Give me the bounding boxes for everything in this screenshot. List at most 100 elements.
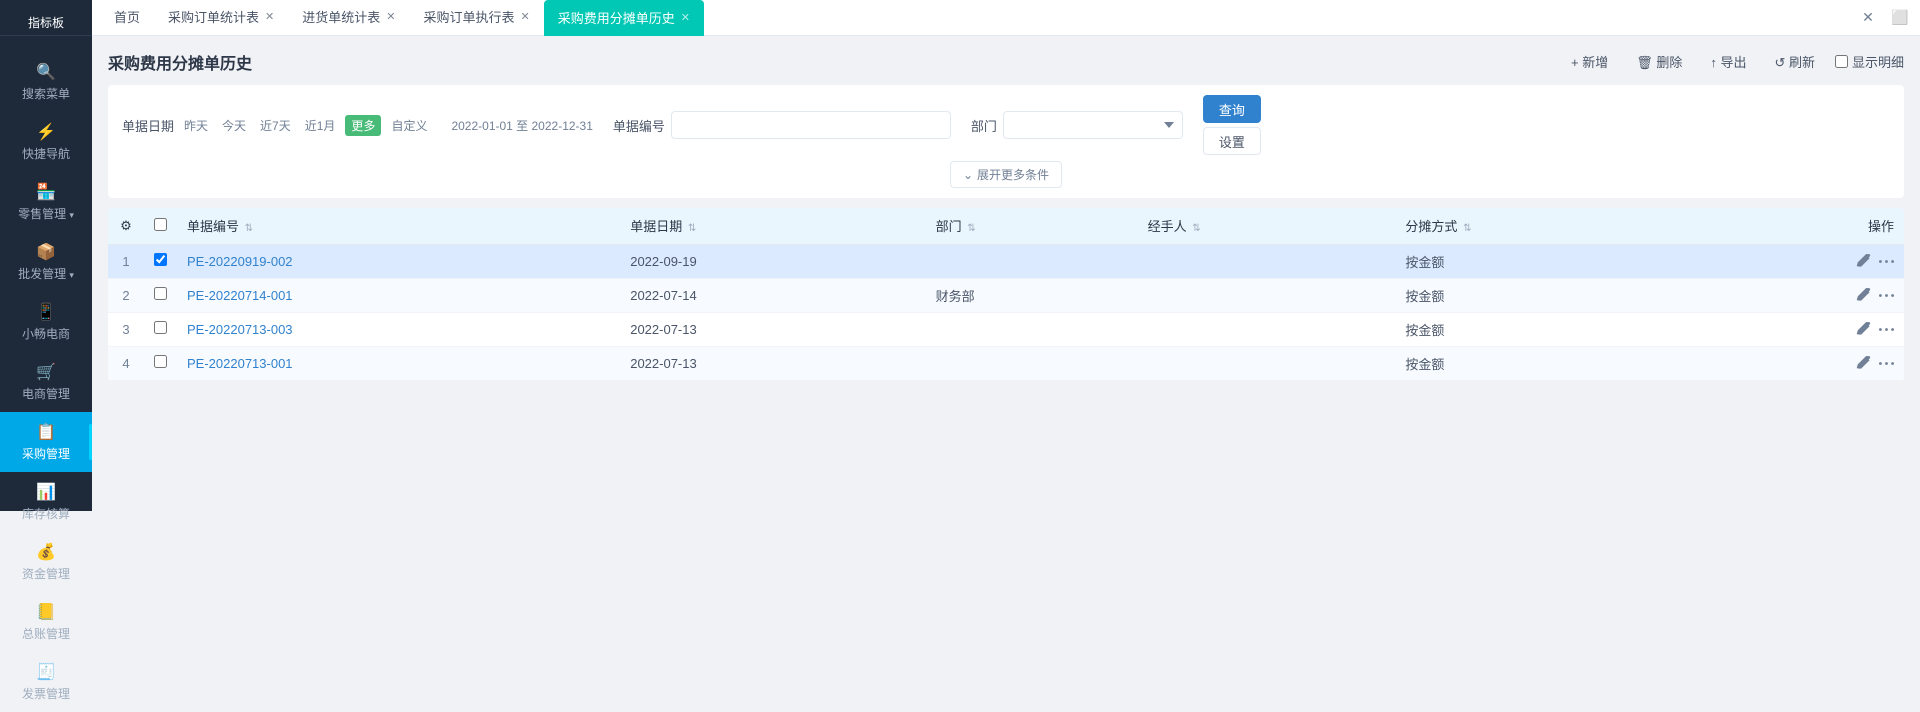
- sidebar-item-ecom[interactable]: 🛒 电商管理: [0, 352, 92, 412]
- page-title: 采购费用分摊单历史: [108, 50, 252, 74]
- filter-area: 单据日期 昨天 今天 近7天 近1月 更多 自定义 2022-01-01 至 2…: [108, 85, 1904, 198]
- row-actions-3: [1699, 346, 1904, 380]
- table-row: 2 PE-20220714-001 2022-07-14 财务部 按金额: [108, 278, 1904, 312]
- sidebar-item-finance[interactable]: 💰 资金管理: [0, 532, 92, 592]
- row-docnum-0: PE-20220919-002: [177, 244, 620, 278]
- docnum-label: 单据编号: [613, 116, 665, 135]
- row-checkbox-3[interactable]: [144, 346, 177, 380]
- row-docnum-2: PE-20220713-003: [177, 312, 620, 346]
- row-more-2[interactable]: [1879, 322, 1894, 337]
- row-dept-1: 财务部: [926, 278, 1138, 312]
- doc-link-2[interactable]: PE-20220713-003: [187, 322, 293, 337]
- date-opt-custom[interactable]: 自定义: [387, 115, 431, 136]
- row-checkbox-1[interactable]: [144, 278, 177, 312]
- sidebar-item-search[interactable]: 🔍 搜索菜单: [0, 52, 92, 112]
- tab-label-home: 首页: [114, 7, 140, 26]
- sidebar-icon-ecom: 🛒: [36, 362, 56, 382]
- date-opt-7days[interactable]: 近7天: [256, 115, 295, 136]
- docnum-input[interactable]: [671, 111, 951, 139]
- row-actions-1: [1699, 278, 1904, 312]
- tab-close-purchase-order-stats[interactable]: ✕: [265, 10, 274, 23]
- date-label: 单据日期: [122, 116, 174, 135]
- sidebar-label-finance: 资金管理: [22, 565, 70, 582]
- sidebar-item-ledger[interactable]: 📒 总账管理: [0, 592, 92, 652]
- sidebar-icon-wholesale: 📦: [36, 242, 56, 262]
- row-docnum-3: PE-20220713-001: [177, 346, 620, 380]
- row-docnum-1: PE-20220714-001: [177, 278, 620, 312]
- doc-link-3[interactable]: PE-20220713-001: [187, 356, 293, 371]
- row-checkbox-2[interactable]: [144, 312, 177, 346]
- sort-handler-icon[interactable]: ⇅: [1192, 223, 1200, 234]
- table-row: 4 PE-20220713-001 2022-07-13 按金额: [108, 346, 1904, 380]
- select-all-checkbox[interactable]: [154, 218, 167, 231]
- restore-window-button[interactable]: ⬜: [1888, 6, 1912, 30]
- sidebar-item-retail[interactable]: 🏪 零售管理 ▾: [0, 172, 92, 232]
- row-edit-1[interactable]: [1856, 288, 1871, 303]
- doc-link-1[interactable]: PE-20220714-001: [187, 288, 293, 303]
- header-actions: + 新增 🗑 删除 ↑ 导出 ↺ 刷新 显示明细: [1563, 48, 1904, 75]
- row-dept-2: [926, 312, 1138, 346]
- tab-close-purchase-arrival-stats[interactable]: ✕: [386, 10, 395, 23]
- table-header: ⚙ 单据编号 ⇅ 单据日期 ⇅ 部门: [108, 208, 1904, 244]
- add-button[interactable]: + 新增: [1563, 48, 1616, 75]
- sidebar-item-quicknav[interactable]: ⚡ 快捷导航: [0, 112, 92, 172]
- sidebar-item-mini[interactable]: 📱 小畅电商: [0, 292, 92, 352]
- sidebar-item-wholesale[interactable]: 📦 批发管理 ▾: [0, 232, 92, 292]
- row-more-1[interactable]: [1879, 288, 1894, 303]
- show-detail-input[interactable]: [1835, 55, 1848, 68]
- date-opt-today[interactable]: 今天: [218, 115, 250, 136]
- tab-purchase-arrival-stats[interactable]: 进货单统计表✕: [288, 0, 409, 36]
- refresh-button[interactable]: ↺ 刷新: [1766, 48, 1823, 75]
- sidebar-label-inventory: 库存核算: [22, 505, 70, 522]
- show-detail-checkbox[interactable]: 显示明细: [1835, 52, 1904, 71]
- sidebar-label-quicknav: 快捷导航: [22, 145, 70, 162]
- tab-purchase-fee-history[interactable]: 采购费用分摊单历史✕: [544, 0, 704, 36]
- query-button[interactable]: 查询: [1203, 95, 1261, 123]
- filter-dept: 部门: [971, 111, 1183, 139]
- row-checkbox-0[interactable]: [144, 244, 177, 278]
- row-more-0[interactable]: [1879, 254, 1894, 269]
- sidebar-label-ledger: 总账管理: [22, 625, 70, 642]
- row-edit-2[interactable]: [1856, 322, 1871, 337]
- sidebar: 指标板 🔍 搜索菜单⚡ 快捷导航🏪 零售管理 ▾📦 批发管理 ▾📱 小畅电商🛒 …: [0, 0, 92, 511]
- expand-filter-button[interactable]: ⌄ 展开更多条件: [950, 161, 1062, 188]
- col-settings[interactable]: ⚙: [108, 208, 144, 244]
- date-opt-yesterday[interactable]: 昨天: [180, 115, 212, 136]
- tab-bar: 首页采购订单统计表✕进货单统计表✕采购订单执行表✕采购费用分摊单历史✕ ✕ ⬜: [92, 0, 1920, 36]
- filter-row: 单据日期 昨天 今天 近7天 近1月 更多 自定义 2022-01-01 至 2…: [122, 95, 1890, 155]
- tab-close-purchase-fee-history[interactable]: ✕: [681, 11, 690, 24]
- sort-docnum-icon[interactable]: ⇅: [245, 223, 253, 234]
- sidebar-item-inventory[interactable]: 📊 库存核算: [0, 472, 92, 532]
- doc-link-0[interactable]: PE-20220919-002: [187, 254, 293, 269]
- sidebar-icon-invoice: 🧾: [36, 662, 56, 682]
- row-dept-3: [926, 346, 1138, 380]
- tab-close-purchase-order-exec[interactable]: ✕: [521, 10, 530, 23]
- tab-label-purchase-order-stats: 采购订单统计表: [168, 7, 259, 26]
- sort-dept-icon[interactable]: ⇅: [967, 223, 975, 234]
- sort-splitmethod-icon[interactable]: ⇅: [1463, 223, 1471, 234]
- dept-select[interactable]: [1003, 111, 1183, 139]
- row-edit-0[interactable]: [1856, 254, 1871, 269]
- tab-home[interactable]: 首页: [100, 0, 154, 36]
- filter-date: 单据日期 昨天 今天 近7天 近1月 更多 自定义: [122, 115, 431, 136]
- row-index-2: 3: [108, 312, 144, 346]
- date-opt-more[interactable]: 更多: [345, 115, 381, 136]
- col-dept: 部门 ⇅: [926, 208, 1138, 244]
- row-more-3[interactable]: [1879, 356, 1894, 371]
- sidebar-item-purchase[interactable]: 📋 采购管理: [0, 412, 92, 472]
- sidebar-item-invoice[interactable]: 🧾 发票管理: [0, 652, 92, 712]
- close-window-button[interactable]: ✕: [1856, 6, 1880, 30]
- expand-icon: ⌄: [963, 168, 973, 182]
- tab-purchase-order-stats[interactable]: 采购订单统计表 ✕: [154, 0, 288, 36]
- sort-docdate-icon[interactable]: ⇅: [688, 223, 696, 234]
- delete-button[interactable]: 🗑 删除: [1628, 48, 1690, 75]
- export-button[interactable]: ↑ 导出: [1702, 48, 1754, 75]
- col-docdate: 单据日期 ⇅: [620, 208, 925, 244]
- tab-purchase-order-exec[interactable]: 采购订单执行表✕: [409, 0, 543, 36]
- row-actions-0: [1699, 244, 1904, 278]
- main-content: 首页采购订单统计表✕进货单统计表✕采购订单执行表✕采购费用分摊单历史✕ ✕ ⬜ …: [92, 0, 1920, 511]
- filter-settings-button[interactable]: 设置: [1203, 127, 1261, 155]
- col-docnum: 单据编号 ⇅: [177, 208, 620, 244]
- row-edit-3[interactable]: [1856, 356, 1871, 371]
- date-opt-1month[interactable]: 近1月: [301, 115, 340, 136]
